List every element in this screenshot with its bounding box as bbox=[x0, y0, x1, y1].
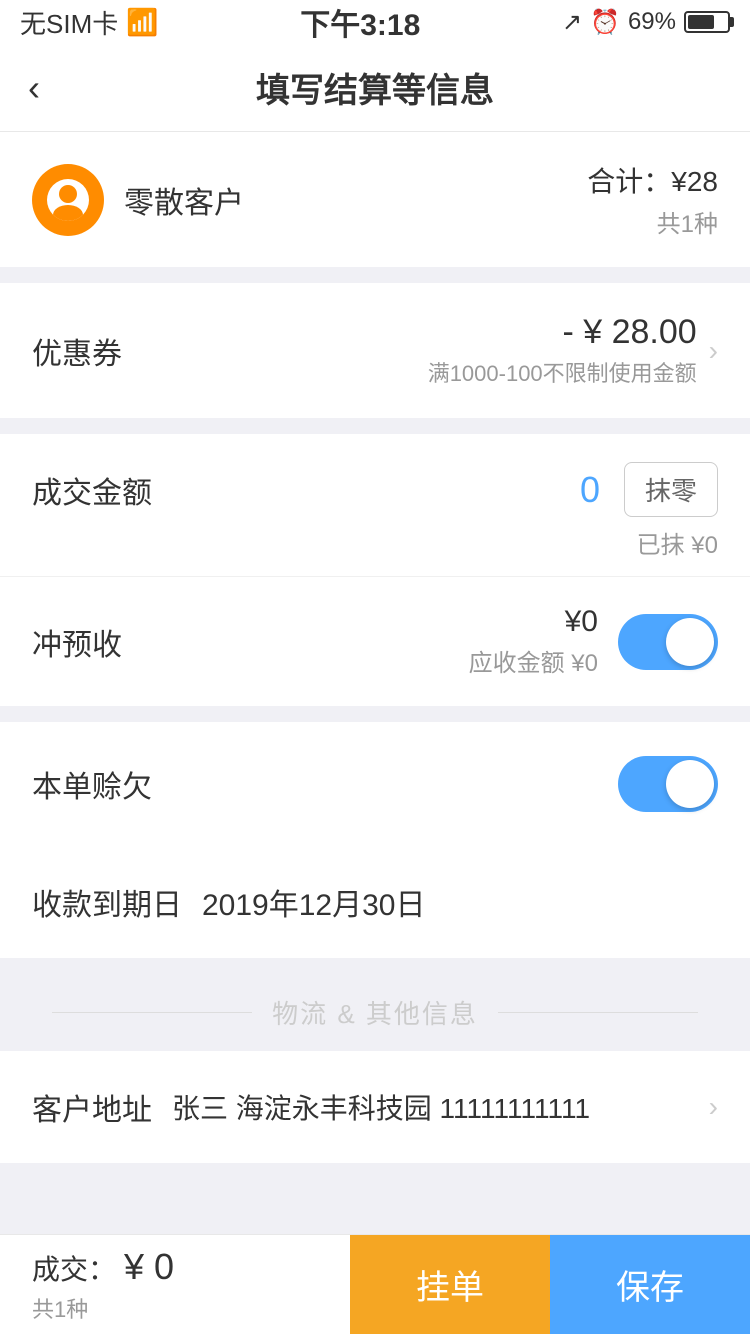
location-icon: ↗ bbox=[562, 8, 582, 37]
deal-label: 成交金额 bbox=[32, 468, 152, 512]
status-time: 下午3:18 bbox=[300, 0, 420, 44]
prepay-toggle-knob bbox=[666, 618, 714, 666]
deal-amount-input[interactable] bbox=[480, 469, 600, 511]
battery-icon bbox=[684, 11, 730, 33]
wifi-icon: 📶 bbox=[126, 7, 158, 38]
deal-top: 成交金额 抹零 bbox=[32, 462, 718, 517]
round-zero-button[interactable]: 抹零 bbox=[624, 462, 718, 517]
debt-section: 本单赊欠 收款到期日 2019年12月30日 bbox=[0, 722, 750, 958]
address-section: 客户地址 张三 海淀永丰科技园 11111111111 › bbox=[0, 1051, 750, 1163]
prepay-amount: ¥0 应收金额 ¥0 bbox=[469, 605, 598, 678]
deal-subtext: 已抹 ¥0 bbox=[32, 525, 718, 560]
coupon-row[interactable]: 优惠券 - ¥ 28.00 满1000-100不限制使用金额 › bbox=[0, 283, 750, 418]
due-date-value: 2019年12月30日 bbox=[202, 880, 425, 924]
avatar-icon bbox=[47, 179, 89, 221]
due-date-label: 收款到期日 bbox=[32, 880, 182, 924]
battery-fill bbox=[688, 15, 714, 29]
prepay-toggle[interactable] bbox=[618, 614, 718, 670]
nav-bar: ‹ 填写结算等信息 bbox=[0, 44, 750, 132]
customer-row: 零散客户 合计：¥28 共1种 bbox=[0, 132, 750, 267]
deal-prepay-section: 成交金额 抹零 已抹 ¥0 冲预收 ¥0 应收金额 ¥0 bbox=[0, 434, 750, 706]
address-value: 张三 海淀永丰科技园 11111111111 bbox=[172, 1087, 590, 1127]
bottom-summary: 成交： ¥ 0 共1种 bbox=[0, 1246, 350, 1324]
alarm-icon: ⏰ bbox=[590, 8, 620, 37]
address-chevron-icon: › bbox=[709, 1091, 718, 1123]
address-label: 客户地址 bbox=[32, 1085, 152, 1129]
divider-line-right bbox=[498, 1012, 698, 1013]
prepay-right: ¥0 应收金额 ¥0 bbox=[469, 605, 718, 678]
customer-right: 合计：¥28 共1种 bbox=[587, 160, 718, 239]
hold-button[interactable]: 挂单 bbox=[350, 1235, 550, 1334]
debt-toggle-knob bbox=[666, 760, 714, 808]
customer-section: 零散客户 合计：¥28 共1种 bbox=[0, 132, 750, 267]
coupon-label: 优惠券 bbox=[32, 329, 122, 373]
debt-label: 本单赊欠 bbox=[32, 762, 152, 806]
prepay-top: 冲预收 ¥0 应收金额 ¥0 bbox=[32, 605, 718, 678]
coupon-subtext: 满1000-100不限制使用金额 bbox=[428, 356, 697, 388]
back-button[interactable]: ‹ bbox=[28, 67, 40, 109]
customer-name: 零散客户 bbox=[124, 178, 244, 222]
status-bar: 无SIM卡 📶 下午3:18 ↗ ⏰ 69% bbox=[0, 0, 750, 44]
battery-text: 69% bbox=[628, 8, 676, 36]
total-price: 合计：¥28 bbox=[587, 160, 718, 200]
address-left: 客户地址 张三 海淀永丰科技园 11111111111 bbox=[32, 1085, 590, 1129]
due-date-row: 收款到期日 2019年12月30日 bbox=[0, 846, 750, 958]
customer-left: 零散客户 bbox=[32, 164, 244, 236]
coupon-value-area: - ¥ 28.00 满1000-100不限制使用金额 › bbox=[428, 313, 718, 388]
logistics-line: 物流 & 其他信息 bbox=[0, 994, 750, 1031]
chevron-right-icon: › bbox=[709, 335, 718, 367]
coupon-section: 优惠券 - ¥ 28.00 满1000-100不限制使用金额 › bbox=[0, 283, 750, 418]
address-row[interactable]: 客户地址 张三 海淀永丰科技园 11111111111 › bbox=[0, 1051, 750, 1163]
bottom-count: 共1种 bbox=[32, 1292, 318, 1324]
prepay-subtext: 应收金额 ¥0 bbox=[469, 643, 598, 678]
prepay-row: 冲预收 ¥0 应收金额 ¥0 bbox=[0, 577, 750, 706]
bottom-deal-row: 成交： ¥ 0 bbox=[32, 1246, 318, 1288]
logistics-label: 物流 & 其他信息 bbox=[272, 994, 478, 1031]
prepay-label: 冲预收 bbox=[32, 620, 122, 664]
coupon-value: - ¥ 28.00 bbox=[428, 313, 697, 352]
save-button[interactable]: 保存 bbox=[550, 1235, 750, 1334]
bottom-deal-price: ¥ 0 bbox=[124, 1246, 174, 1288]
divider-line-left bbox=[52, 1012, 252, 1013]
debt-row: 本单赊欠 bbox=[0, 722, 750, 846]
prepay-value: ¥0 bbox=[469, 605, 598, 639]
status-left: 无SIM卡 📶 bbox=[20, 4, 159, 41]
total-count: 共1种 bbox=[587, 204, 718, 239]
avatar bbox=[32, 164, 104, 236]
debt-toggle[interactable] bbox=[618, 756, 718, 812]
logistics-divider: 物流 & 其他信息 bbox=[0, 974, 750, 1051]
page-title: 填写结算等信息 bbox=[256, 63, 494, 112]
status-right: ↗ ⏰ 69% bbox=[562, 8, 730, 37]
bottom-deal-label: 成交： bbox=[32, 1248, 116, 1288]
carrier-text: 无SIM卡 bbox=[20, 4, 118, 41]
deal-amount-row: 成交金额 抹零 已抹 ¥0 bbox=[0, 434, 750, 577]
bottom-bar: 成交： ¥ 0 共1种 挂单 保存 bbox=[0, 1234, 750, 1334]
